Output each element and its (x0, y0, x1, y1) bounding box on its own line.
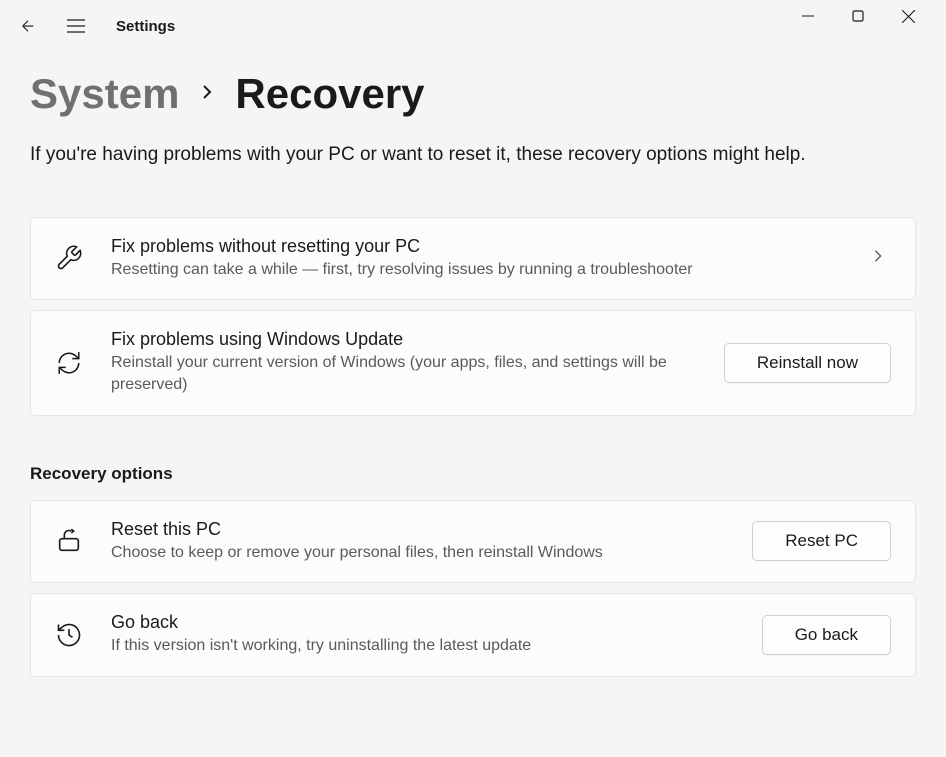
maximize-icon (852, 10, 864, 22)
card-body: Reset this PC Choose to keep or remove y… (111, 519, 724, 564)
maximize-button[interactable] (842, 4, 874, 28)
card-title: Fix problems without resetting your PC (111, 236, 843, 257)
close-button[interactable] (892, 4, 924, 28)
reset-pc-icon (55, 527, 83, 555)
chevron-right-icon (871, 249, 885, 268)
menu-button[interactable] (56, 6, 96, 46)
card-subtitle: Reinstall your current version of Window… (111, 352, 696, 397)
chevron-right-icon (199, 84, 215, 105)
card-subtitle: If this version isn't working, try unins… (111, 635, 734, 657)
sync-icon (55, 350, 83, 376)
card-body: Fix problems using Windows Update Reinst… (111, 329, 696, 397)
go-back-card: Go back If this version isn't working, t… (30, 593, 916, 676)
page-description: If you're having problems with your PC o… (30, 142, 916, 169)
card-subtitle: Resetting can take a while — first, try … (111, 259, 843, 281)
reinstall-now-button[interactable]: Reinstall now (724, 343, 891, 383)
breadcrumb: System Recovery (30, 70, 916, 118)
card-body: Fix problems without resetting your PC R… (111, 236, 843, 281)
hamburger-icon (67, 19, 85, 33)
breadcrumb-parent[interactable]: System (30, 70, 179, 118)
fix-without-reset-card[interactable]: Fix problems without resetting your PC R… (30, 217, 916, 300)
content-area: System Recovery If you're having problem… (0, 70, 946, 677)
card-title: Reset this PC (111, 519, 724, 540)
reset-pc-button[interactable]: Reset PC (752, 521, 891, 561)
window-controls (792, 0, 938, 52)
reset-pc-card: Reset this PC Choose to keep or remove y… (30, 500, 916, 583)
card-body: Go back If this version isn't working, t… (111, 612, 734, 657)
go-back-button[interactable]: Go back (762, 615, 891, 655)
wrench-icon (55, 244, 83, 272)
history-icon (55, 621, 83, 649)
card-subtitle: Choose to keep or remove your personal f… (111, 542, 724, 564)
breadcrumb-current: Recovery (235, 70, 424, 118)
minimize-icon (802, 10, 814, 22)
card-title: Go back (111, 612, 734, 633)
recovery-options-heading: Recovery options (30, 464, 916, 484)
titlebar-left: Settings (8, 6, 792, 46)
app-title: Settings (116, 18, 175, 35)
card-title: Fix problems using Windows Update (111, 329, 696, 350)
titlebar: Settings (0, 0, 946, 52)
fix-windows-update-card: Fix problems using Windows Update Reinst… (30, 310, 916, 416)
back-arrow-icon (19, 17, 37, 35)
back-button[interactable] (8, 6, 48, 46)
minimize-button[interactable] (792, 4, 824, 28)
close-icon (902, 10, 915, 23)
